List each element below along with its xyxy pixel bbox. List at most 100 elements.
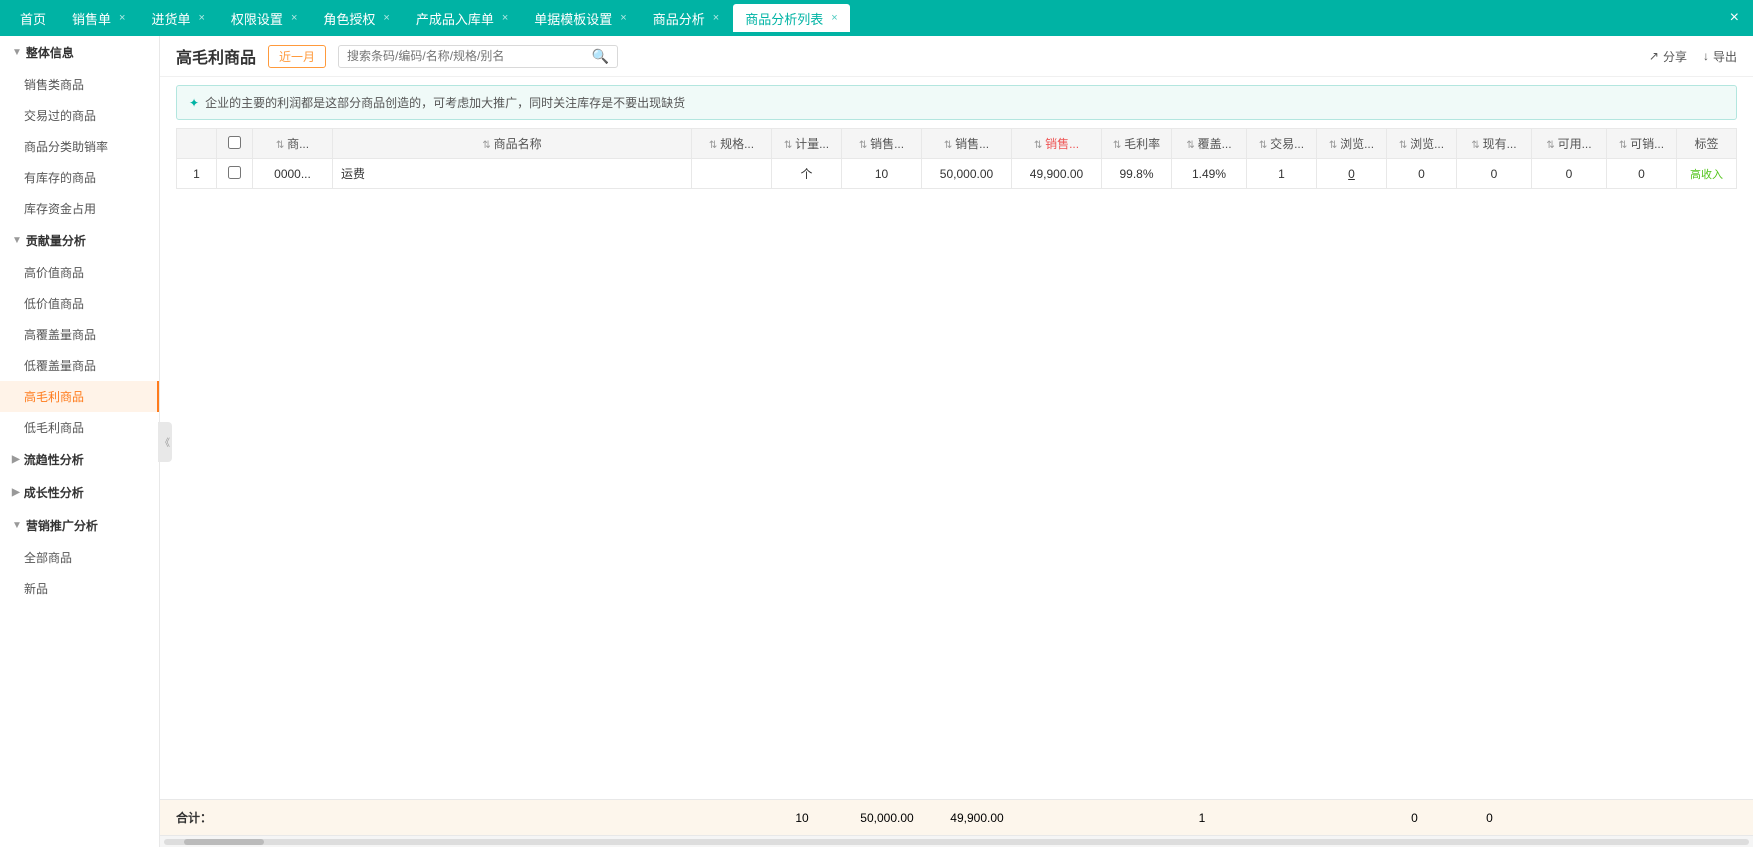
search-input[interactable]	[347, 49, 588, 63]
nav-tab-label: 单据模板设置	[534, 9, 612, 28]
close-icon[interactable]: ×	[713, 12, 719, 24]
cell-name: 运费	[333, 159, 692, 189]
sidebar-group-label: 营销推广分析	[26, 517, 98, 534]
close-icon[interactable]: ×	[620, 12, 626, 24]
search-icon[interactable]: 🔍	[592, 48, 609, 65]
nav-tab-label: 进货单	[151, 9, 190, 28]
th-browse1[interactable]: 浏览...	[1317, 129, 1387, 159]
th-sales-profit[interactable]: 销售...	[1012, 129, 1102, 159]
page-title: 高毛利商品	[176, 44, 256, 68]
share-button[interactable]: ↗ 分享	[1649, 48, 1687, 65]
nav-tab-role[interactable]: 角色授权 ×	[311, 4, 401, 32]
close-icon[interactable]: ×	[383, 12, 389, 24]
sidebar-group-trend[interactable]: ▶ 流趋性分析	[0, 443, 159, 476]
sidebar-item-in-stock[interactable]: 有库存的商品	[0, 162, 159, 193]
sidebar-item-new-goods[interactable]: 新品	[0, 573, 159, 604]
cell-browse1[interactable]: 0	[1317, 159, 1387, 189]
nav-tab-label: 角色授权	[323, 9, 375, 28]
th-gross-margin[interactable]: 毛利率	[1102, 129, 1172, 159]
nav-tab-home[interactable]: 首页	[8, 4, 58, 32]
nav-tab-purchase[interactable]: 进货单 ×	[139, 4, 216, 32]
th-checkbox[interactable]	[217, 129, 253, 159]
footer-sales-amt: 50,000.00	[842, 811, 932, 825]
sidebar-group-marketing[interactable]: ▼ 营销推广分析	[0, 509, 159, 542]
nav-tab-permission[interactable]: 权限设置 ×	[219, 4, 309, 32]
th-available-stock[interactable]: 可用...	[1532, 129, 1607, 159]
cell-spec	[692, 159, 772, 189]
cell-tag: 高收入	[1677, 159, 1737, 189]
cell-current-stock: 0	[1457, 159, 1532, 189]
sidebar-item-category-rate[interactable]: 商品分类助销率	[0, 131, 159, 162]
sidebar-group-growth[interactable]: ▶ 成长性分析	[0, 476, 159, 509]
sidebar-item-low-value[interactable]: 低价值商品	[0, 288, 159, 319]
cell-sales-amt: 50,000.00	[922, 159, 1012, 189]
th-spec[interactable]: 规格...	[692, 129, 772, 159]
th-unit[interactable]: 计量...	[772, 129, 842, 159]
chevron-right-icon: ▶	[12, 454, 20, 465]
sidebar-collapse-button[interactable]: 《	[158, 422, 172, 462]
content-area: 高毛利商品 近一月 🔍 ↗ 分享 ↓ 导出 ✦ 企业的主要的利润都是这部分商品创…	[160, 36, 1753, 847]
chevron-down-icon: ▼	[12, 235, 22, 246]
close-icon[interactable]: ×	[291, 12, 297, 24]
close-icon[interactable]: ×	[502, 12, 508, 24]
th-tag: 标签	[1677, 129, 1737, 159]
sidebar-item-high-coverage[interactable]: 高覆盖量商品	[0, 319, 159, 350]
row-checkbox[interactable]	[228, 166, 241, 179]
th-sales-amt[interactable]: 销售...	[922, 129, 1012, 159]
sidebar-group-overall[interactable]: ▼ 整体信息	[0, 36, 159, 69]
close-icon[interactable]: ×	[831, 12, 837, 24]
th-transactions[interactable]: 交易...	[1247, 129, 1317, 159]
data-table: 商... 商品名称 规格... 计量... 销售... 销售... 销售... …	[176, 128, 1737, 189]
cell-sales-qty: 10	[842, 159, 922, 189]
sidebar-item-high-margin[interactable]: 高毛利商品	[0, 381, 159, 412]
top-nav: 首页 销售单 × 进货单 × 权限设置 × 角色授权 × 产成品入库单 × 单据…	[0, 0, 1753, 36]
cell-coverage: 1.49%	[1172, 159, 1247, 189]
sidebar-wrapper: ▼ 整体信息 销售类商品 交易过的商品 商品分类助销率 有库存的商品 库存资金占…	[0, 36, 160, 847]
nav-tab-template[interactable]: 单据模板设置 ×	[522, 4, 638, 32]
th-name[interactable]: 商品名称	[333, 129, 692, 159]
nav-tab-label: 商品分析	[653, 9, 705, 28]
th-code[interactable]: 商...	[253, 129, 333, 159]
close-icon[interactable]: ×	[119, 12, 125, 24]
nav-tab-analysis-list[interactable]: 商品分析列表 ×	[733, 4, 849, 32]
info-banner: ✦ 企业的主要的利润都是这部分商品创造的，可考虑加大推广，同时关注库存是不要出现…	[176, 85, 1737, 120]
table-row: 1 0000... 运费 个 10 50,000.00 49,900.00 99…	[177, 159, 1737, 189]
sidebar-item-sales-goods[interactable]: 销售类商品	[0, 69, 159, 100]
nav-tab-analysis[interactable]: 商品分析 ×	[641, 4, 731, 32]
footer-total: 合计： 10 50,000.00 49,900.00 1 0 0	[160, 799, 1753, 835]
table-container: 商... 商品名称 规格... 计量... 销售... 销售... 销售... …	[160, 128, 1753, 799]
sidebar-item-stock-capital[interactable]: 库存资金占用	[0, 193, 159, 224]
sidebar-item-all-goods[interactable]: 全部商品	[0, 542, 159, 573]
sidebar-item-low-coverage[interactable]: 低覆盖量商品	[0, 350, 159, 381]
cell-index: 1	[177, 159, 217, 189]
scrollbar-thumb[interactable]	[184, 839, 264, 845]
th-browse2[interactable]: 浏览...	[1387, 129, 1457, 159]
export-icon: ↓	[1703, 49, 1709, 63]
cell-checkbox[interactable]	[217, 159, 253, 189]
window-close-button[interactable]: ×	[1724, 9, 1745, 27]
chevron-right-icon: ▶	[12, 487, 20, 498]
th-coverage[interactable]: 覆盖...	[1172, 129, 1247, 159]
nav-tab-label: 权限设置	[231, 9, 283, 28]
th-saleable[interactable]: 可销...	[1607, 129, 1677, 159]
info-icon: ✦	[189, 96, 199, 110]
sidebar-group-contribution[interactable]: ▼ 贡献量分析	[0, 224, 159, 257]
th-current-stock[interactable]: 现有...	[1457, 129, 1532, 159]
nav-tab-instock[interactable]: 产成品入库单 ×	[404, 4, 520, 32]
export-button[interactable]: ↓ 导出	[1703, 48, 1737, 65]
chevron-down-icon: ▼	[12, 47, 22, 58]
sidebar-item-low-margin[interactable]: 低毛利商品	[0, 412, 159, 443]
footer-available-stock: 0	[1452, 811, 1527, 825]
th-sales-qty[interactable]: 销售...	[842, 129, 922, 159]
footer-sales-profit: 49,900.00	[932, 811, 1022, 825]
cell-unit: 个	[772, 159, 842, 189]
nav-tab-label: 销售单	[72, 9, 111, 28]
horizontal-scrollbar[interactable]	[160, 835, 1753, 847]
cell-gross-margin: 99.8%	[1102, 159, 1172, 189]
close-icon[interactable]: ×	[198, 12, 204, 24]
sidebar-item-traded-goods[interactable]: 交易过的商品	[0, 100, 159, 131]
sidebar-item-high-value[interactable]: 高价值商品	[0, 257, 159, 288]
select-all-checkbox[interactable]	[228, 136, 241, 149]
nav-tab-sales[interactable]: 销售单 ×	[60, 4, 137, 32]
time-filter-button[interactable]: 近一月	[268, 45, 326, 68]
